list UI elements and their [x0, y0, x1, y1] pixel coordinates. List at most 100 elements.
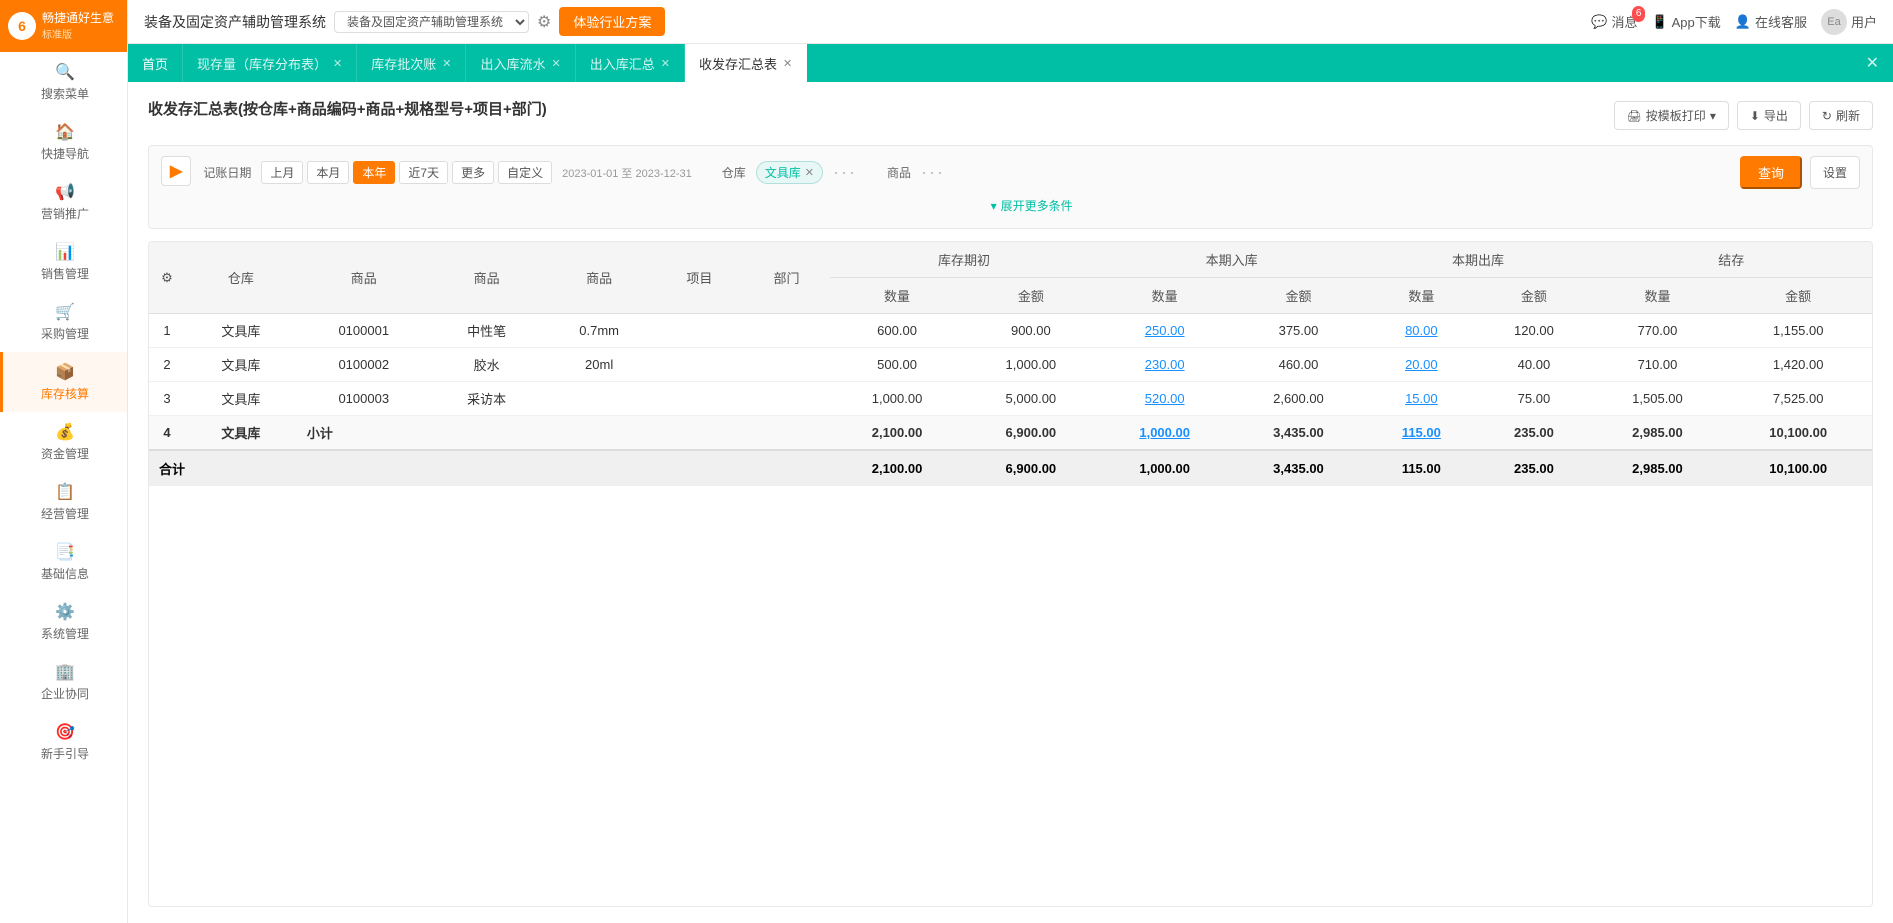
row-in-qty[interactable]: 230.00: [1098, 348, 1232, 382]
subtotal-label: 小计: [297, 416, 830, 451]
row-in-amt: 375.00: [1232, 314, 1366, 348]
chevron-down-icon: ▾: [1710, 109, 1716, 123]
subtotal-seq: 4: [149, 416, 185, 451]
sidebar-item-marketing[interactable]: 📢 营销推广: [0, 172, 127, 232]
tabbar-close-all[interactable]: ✕: [1852, 53, 1893, 73]
date-more[interactable]: 更多: [452, 161, 494, 184]
row-in-amt: 460.00: [1232, 348, 1366, 382]
export-icon: ⬇: [1750, 109, 1760, 123]
row-name: 胶水: [431, 348, 543, 382]
tab-recv-send[interactable]: 收发存汇总表 ✕: [685, 44, 807, 82]
row-in-qty[interactable]: 250.00: [1098, 314, 1232, 348]
sidebar-item-finance[interactable]: 💰 资金管理: [0, 412, 127, 472]
data-table-wrap: ⚙ 仓库 商品 商品 商品 项目 部门 库存期初 本期入库 本期出库 结存: [148, 241, 1873, 907]
logo-icon: 6: [8, 12, 36, 40]
tab-home[interactable]: 首页: [128, 44, 183, 82]
enterprise-icon: 🏢: [55, 662, 75, 682]
sidebar-item-search[interactable]: 🔍 搜索菜单: [0, 52, 127, 112]
table-row: 1 文具库 0100001 中性笔 0.7mm 600.00 900.00 25…: [149, 314, 1872, 348]
tab-inout-flow[interactable]: 出入库流水 ✕: [466, 44, 575, 82]
table-gear-icon[interactable]: ⚙: [161, 270, 173, 285]
row-bal-qty: 710.00: [1591, 348, 1725, 382]
tab-inout-flow-close[interactable]: ✕: [552, 57, 561, 70]
user-menu[interactable]: Ea 用户: [1821, 9, 1877, 35]
refresh-icon: ↻: [1822, 109, 1832, 123]
table-row: 3 文具库 0100003 采访本 1,000.00 5,000.00 520.…: [149, 382, 1872, 416]
trial-button[interactable]: 体验行业方案: [559, 7, 665, 36]
warehouse-tag-close[interactable]: ✕: [805, 166, 814, 179]
row-open-amt: 900.00: [964, 314, 1098, 348]
date-this-month[interactable]: 本月: [307, 161, 349, 184]
row-in-qty[interactable]: 520.00: [1098, 382, 1232, 416]
sidebar-item-enterprise[interactable]: 🏢 企业协同: [0, 652, 127, 712]
tab-batch[interactable]: 库存批次账 ✕: [357, 44, 466, 82]
table-header-group: ⚙ 仓库 商品 商品 商品 项目 部门 库存期初 本期入库 本期出库 结存: [149, 242, 1872, 278]
sidebar-item-system[interactable]: ⚙️ 系统管理: [0, 592, 127, 652]
subtotal-bal-qty: 2,985.00: [1591, 416, 1725, 451]
settings-gear-icon[interactable]: ⚙: [537, 12, 551, 32]
subtotal-in-qty[interactable]: 1,000.00: [1098, 416, 1232, 451]
row-code: 0100003: [297, 382, 431, 416]
row-open-amt: 1,000.00: [964, 348, 1098, 382]
tab-batch-close[interactable]: ✕: [442, 57, 451, 70]
tab-inventory-dist[interactable]: 现存量（库存分布表） ✕: [183, 44, 357, 82]
logo-text-group: 畅捷通好生意 标准版: [42, 11, 114, 42]
sidebar-item-newbie[interactable]: 🎯 新手引导: [0, 712, 127, 772]
tab-inout-summary-close[interactable]: ✕: [661, 57, 670, 70]
tab-inventory-dist-label: 现存量（库存分布表）: [197, 54, 327, 73]
service-icon: 👤: [1735, 14, 1751, 30]
sidebar-item-basic[interactable]: 📑 基础信息: [0, 532, 127, 592]
system-selector[interactable]: 装备及固定资产辅助管理系统: [334, 11, 529, 33]
warehouse-filter-dots[interactable]: ···: [833, 162, 857, 183]
message-button[interactable]: 💬 6 消息: [1591, 12, 1637, 31]
row-out-amt: 40.00: [1477, 348, 1590, 382]
sidebar-item-search-label: 搜索菜单: [41, 85, 89, 102]
sidebar-item-purchase-label: 采购管理: [41, 325, 89, 342]
sidebar-item-operations[interactable]: 📋 经营管理: [0, 472, 127, 532]
col-dept-header: 部门: [743, 242, 830, 314]
sidebar-item-purchase[interactable]: 🛒 采购管理: [0, 292, 127, 352]
sidebar-item-sales[interactable]: 📊 销售管理: [0, 232, 127, 292]
query-button[interactable]: 查询: [1740, 156, 1802, 189]
row-out-qty[interactable]: 15.00: [1365, 382, 1477, 416]
date-7days[interactable]: 近7天: [399, 161, 448, 184]
tab-inout-summary[interactable]: 出入库汇总 ✕: [576, 44, 685, 82]
settings-button[interactable]: 设置: [1810, 156, 1860, 189]
print-button[interactable]: 🖨 按模板打印 ▾: [1614, 101, 1729, 130]
goods-filter-label: 商品: [887, 164, 911, 181]
tab-inventory-dist-close[interactable]: ✕: [333, 57, 342, 70]
date-this-year[interactable]: 本年: [353, 161, 395, 184]
col-code-header: 商品: [297, 242, 431, 314]
row-spec: [543, 382, 656, 416]
row-warehouse: 文具库: [185, 314, 297, 348]
system-title: 装备及固定资产辅助管理系统: [144, 12, 326, 32]
page-container: 收发存汇总表(按仓库+商品编码+商品+规格型号+项目+部门) 🖨 按模板打印 ▾…: [128, 82, 1893, 923]
row-out-qty[interactable]: 20.00: [1365, 348, 1477, 382]
subtotal-out-qty[interactable]: 115.00: [1365, 416, 1477, 451]
sidebar-nav: 🔍 搜索菜单 🏠 快捷导航 📢 营销推广 📊 销售管理 🛒 采购管理 📦 库存核…: [0, 52, 127, 923]
tab-recv-send-close[interactable]: ✕: [783, 57, 792, 70]
sidebar-item-inventory[interactable]: 📦 库存核算: [0, 352, 127, 412]
app-download-button[interactable]: 📱 App下载: [1651, 12, 1720, 31]
row-out-amt: 120.00: [1477, 314, 1590, 348]
content-area: 收发存汇总表(按仓库+商品编码+商品+规格型号+项目+部门) 🖨 按模板打印 ▾…: [128, 82, 1893, 923]
filter-toggle-button[interactable]: ▶: [161, 156, 191, 186]
total-open-qty: 2,100.00: [830, 450, 964, 486]
goods-filter-dots[interactable]: ···: [921, 162, 945, 183]
online-service-button[interactable]: 👤 在线客服: [1735, 12, 1807, 31]
row-open-qty: 500.00: [830, 348, 964, 382]
warehouse-tag-label: 文具库: [765, 164, 801, 181]
date-custom[interactable]: 自定义: [498, 161, 552, 184]
row-spec: 0.7mm: [543, 314, 656, 348]
refresh-button[interactable]: ↻ 刷新: [1809, 101, 1873, 130]
sidebar-item-quick-label: 快捷导航: [41, 145, 89, 162]
row-out-amt: 75.00: [1477, 382, 1590, 416]
date-last-month[interactable]: 上月: [261, 161, 303, 184]
row-out-qty[interactable]: 80.00: [1365, 314, 1477, 348]
sidebar-item-quick[interactable]: 🏠 快捷导航: [0, 112, 127, 172]
expand-conditions-button[interactable]: ▾ 展开更多条件: [991, 197, 1073, 214]
subtotal-warehouse: 文具库: [185, 416, 297, 451]
sidebar-item-basic-label: 基础信息: [41, 565, 89, 582]
export-button[interactable]: ⬇ 导出: [1737, 101, 1801, 130]
tab-recv-send-label: 收发存汇总表: [699, 54, 777, 73]
